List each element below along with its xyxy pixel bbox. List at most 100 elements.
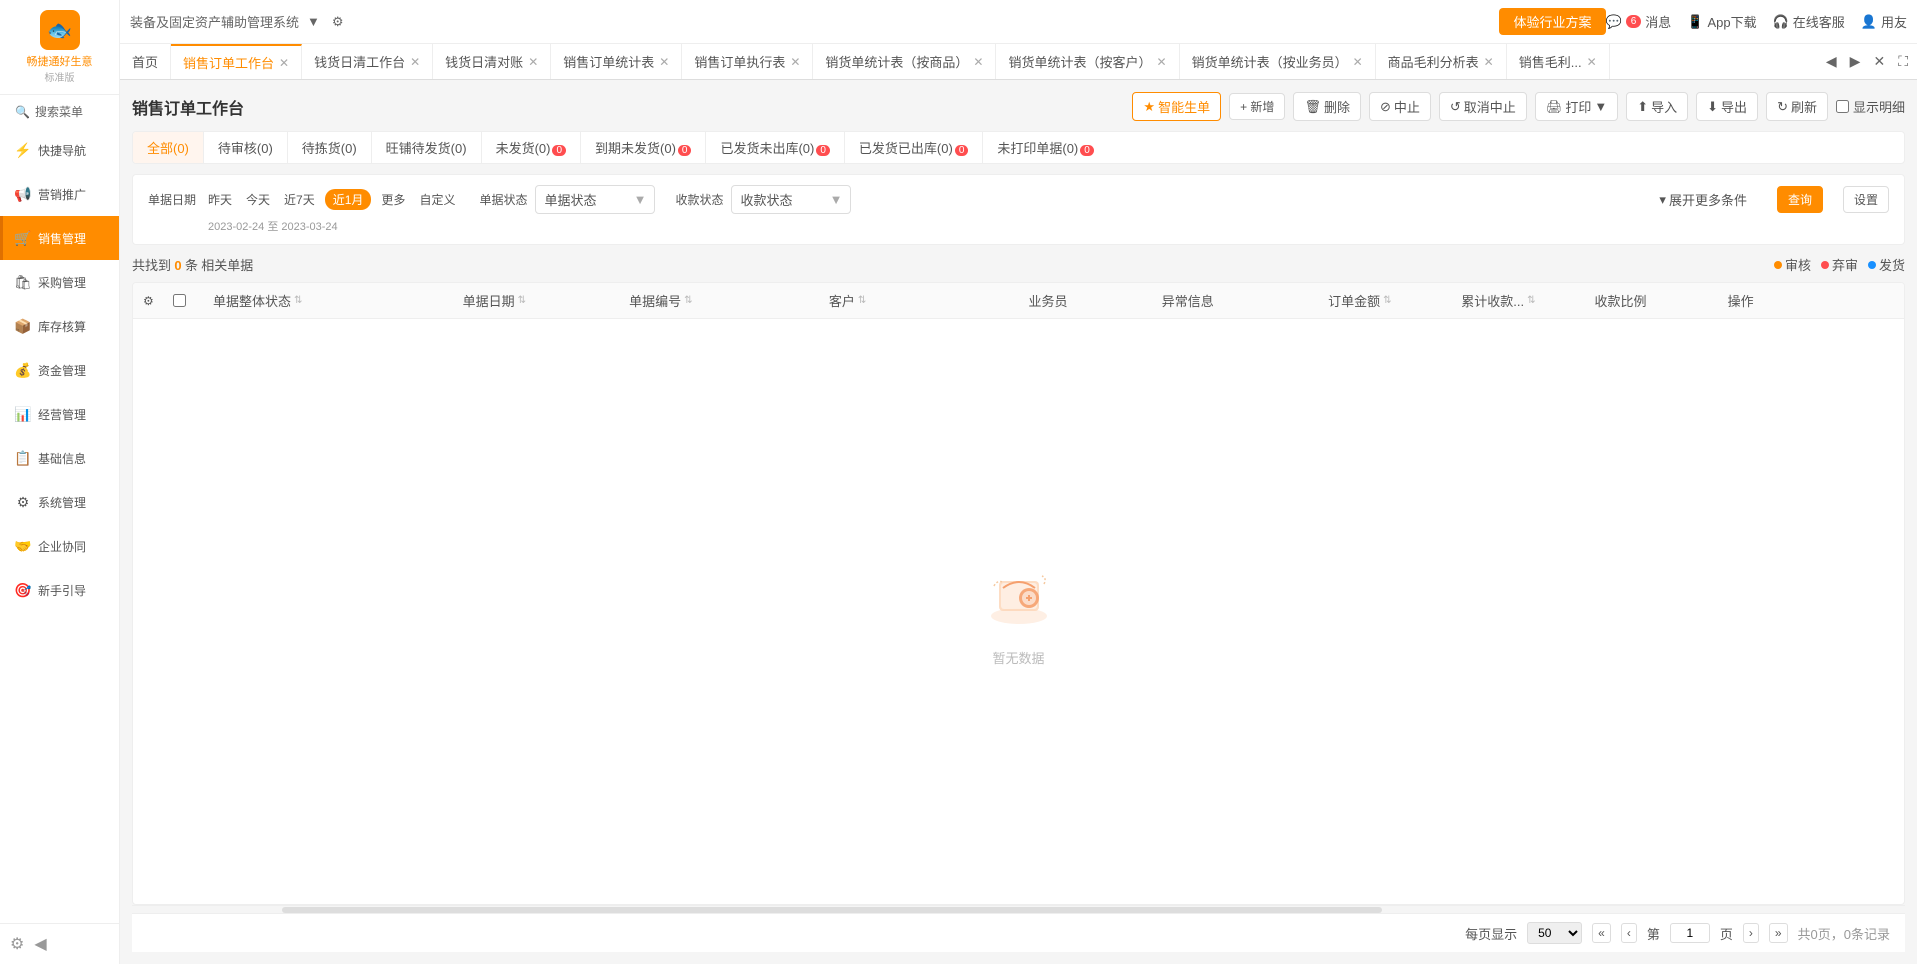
sort-collected-icon[interactable]: ⇅	[1527, 295, 1535, 306]
refresh-button[interactable]: ↻ 刷新	[1766, 92, 1828, 121]
expand-filter-btn[interactable]: ▾ 展开更多条件	[1659, 190, 1747, 209]
sidebar-item-finance[interactable]: 💰 资金管理	[0, 348, 119, 392]
tab-close-7[interactable]: ✕	[1157, 55, 1167, 69]
export-button[interactable]: ⬇ 导出	[1696, 92, 1758, 121]
tab-2[interactable]: 钱货日清工作台 ✕	[302, 44, 433, 80]
nav-label-enterprise: 企业协同	[38, 538, 86, 555]
sidebar-item-purchase[interactable]: 🛍 采购管理	[0, 260, 119, 304]
query-button[interactable]: 查询	[1777, 186, 1823, 213]
tabs-nav-left[interactable]: ◀	[1822, 51, 1841, 72]
col-action: 操作	[1728, 291, 1894, 310]
status-select[interactable]: 单据状态 ▼	[535, 185, 655, 214]
collapse-icon[interactable]: ◀	[34, 934, 46, 954]
sort-number-icon[interactable]: ⇅	[684, 295, 692, 306]
settings-icon[interactable]: ⚙	[10, 934, 24, 954]
ship-action[interactable]: 发货	[1868, 255, 1905, 274]
sub-tab-4[interactable]: 未发货(0)0	[482, 132, 581, 163]
prev-page-btn[interactable]: ‹	[1621, 923, 1637, 943]
date-quick-btn-4[interactable]: 更多	[377, 189, 409, 210]
first-page-btn[interactable]: «	[1592, 923, 1611, 943]
sidebar-item-quick-nav[interactable]: ⚡ 快捷导航	[0, 128, 119, 172]
smart-gen-label: 智能生单	[1158, 97, 1210, 116]
tab-6[interactable]: 销货单统计表（按商品）✕	[813, 44, 996, 80]
empty-text: 暂无数据	[992, 648, 1044, 667]
col-setting[interactable]: ⚙	[143, 294, 173, 308]
sidebar-item-operation[interactable]: 📊 经营管理	[0, 392, 119, 436]
app-download-action[interactable]: 📱 App下载	[1687, 12, 1756, 31]
next-page-btn[interactable]: ›	[1743, 923, 1759, 943]
cancel-stop-button[interactable]: ↺ 取消中止	[1439, 92, 1527, 121]
date-quick-btn-0[interactable]: 昨天	[204, 189, 236, 210]
sub-tab-5[interactable]: 到期未发货(0)0	[581, 132, 706, 163]
sidebar-item-guide[interactable]: 🎯 新手引导	[0, 568, 119, 612]
payment-select[interactable]: 收款状态 ▼	[731, 185, 851, 214]
tabs-fullscreen[interactable]: ⛶	[1894, 51, 1912, 72]
sub-tab-2[interactable]: 待拣货(0)	[288, 132, 372, 163]
tabs-close-all[interactable]: ✕	[1869, 51, 1889, 72]
tab-close-5[interactable]: ✕	[790, 55, 800, 69]
sidebar-item-sales[interactable]: 🛒 销售管理	[0, 216, 119, 260]
tab-9[interactable]: 商品毛利分析表✕	[1376, 44, 1507, 80]
tab-0[interactable]: 首页	[120, 44, 171, 80]
search-menu[interactable]: 🔍 搜索菜单	[0, 95, 119, 128]
last-page-btn[interactable]: »	[1769, 923, 1788, 943]
tab-close-1[interactable]: ✕	[279, 56, 289, 70]
tab-8[interactable]: 销货单统计表（按业务员）✕	[1180, 44, 1376, 80]
tab-3[interactable]: 钱货日清对账✕	[433, 44, 551, 80]
tab-7[interactable]: 销货单统计表（按客户）✕	[996, 44, 1179, 80]
tab-5[interactable]: 销售订单执行表✕	[682, 44, 813, 80]
sidebar-item-enterprise[interactable]: 🤝 企业协同	[0, 524, 119, 568]
tab-label-2: 钱货日清工作台	[314, 52, 405, 71]
date-quick-btn-1[interactable]: 今天	[242, 189, 274, 210]
sort-date-icon[interactable]: ⇅	[518, 295, 526, 306]
review-action[interactable]: 审核	[1774, 255, 1811, 274]
tab-close-4[interactable]: ✕	[659, 55, 669, 69]
dropdown-icon[interactable]: ▼	[307, 14, 320, 29]
sidebar-item-basic[interactable]: 📋 基础信息	[0, 436, 119, 480]
sub-tab-0[interactable]: 全部(0)	[133, 132, 204, 163]
show-detail-input[interactable]	[1836, 100, 1849, 113]
page-input[interactable]	[1670, 923, 1710, 943]
sub-tab-8[interactable]: 未打印单据(0)0	[983, 132, 1107, 163]
date-quick-btn-5[interactable]: 自定义	[415, 189, 459, 210]
tab-1[interactable]: 销售订单工作台✕	[171, 44, 302, 80]
add-button[interactable]: + 新增	[1229, 93, 1285, 120]
message-action[interactable]: 💬 6 消息	[1606, 12, 1672, 31]
stop-button[interactable]: ⊘ 中止	[1369, 92, 1431, 121]
per-page-select[interactable]: 50 100 200	[1527, 922, 1582, 944]
sidebar-item-marketing[interactable]: 📢 营销推广	[0, 172, 119, 216]
tab-close-9[interactable]: ✕	[1484, 55, 1494, 69]
sort-status-icon[interactable]: ⇅	[294, 295, 302, 306]
table-scrollbar-thumb[interactable]	[282, 907, 1382, 913]
sub-tab-6[interactable]: 已发货未出库(0)0	[706, 132, 844, 163]
user-action[interactable]: 👤 用友	[1861, 12, 1907, 31]
online-service-action[interactable]: 🎧 在线客服	[1773, 12, 1845, 31]
sub-tab-3[interactable]: 旺铺待发货(0)	[372, 132, 482, 163]
sidebar-item-system[interactable]: ⚙ 系统管理	[0, 480, 119, 524]
settings-gear-icon[interactable]: ⚙	[332, 14, 344, 30]
trial-button[interactable]: 体验行业方案	[1499, 8, 1605, 35]
abandon-action[interactable]: 弃审	[1821, 255, 1858, 274]
tab-close-8[interactable]: ✕	[1353, 55, 1363, 69]
sub-tab-7[interactable]: 已发货已出库(0)0	[845, 132, 983, 163]
delete-button[interactable]: 🗑 删除	[1293, 92, 1361, 121]
date-quick-btn-3[interactable]: 近1月	[325, 189, 372, 210]
sort-customer-icon[interactable]: ⇅	[858, 295, 866, 306]
smart-gen-button[interactable]: ★ 智能生单	[1132, 92, 1221, 121]
tab-close-6[interactable]: ✕	[973, 55, 983, 69]
tab-10[interactable]: 销售毛利...✕	[1507, 44, 1610, 80]
show-detail-checkbox[interactable]: 显示明细	[1836, 97, 1905, 116]
sub-tab-1[interactable]: 待审核(0)	[204, 132, 288, 163]
select-all-checkbox[interactable]	[173, 294, 186, 307]
sort-amount-icon[interactable]: ⇅	[1383, 295, 1391, 306]
import-button[interactable]: ⬆ 导入	[1626, 92, 1688, 121]
print-button[interactable]: 🖨 打印 ▼	[1535, 92, 1618, 121]
tabs-nav-right[interactable]: ▶	[1846, 51, 1865, 72]
filter-settings-button[interactable]: 设置	[1843, 186, 1889, 213]
tab-close-2[interactable]: ✕	[410, 55, 420, 69]
tab-4[interactable]: 销售订单统计表✕	[551, 44, 682, 80]
tab-close-3[interactable]: ✕	[528, 55, 538, 69]
tab-close-10[interactable]: ✕	[1587, 55, 1597, 69]
sidebar-item-inventory[interactable]: 📦 库存核算	[0, 304, 119, 348]
date-quick-btn-2[interactable]: 近7天	[280, 189, 319, 210]
